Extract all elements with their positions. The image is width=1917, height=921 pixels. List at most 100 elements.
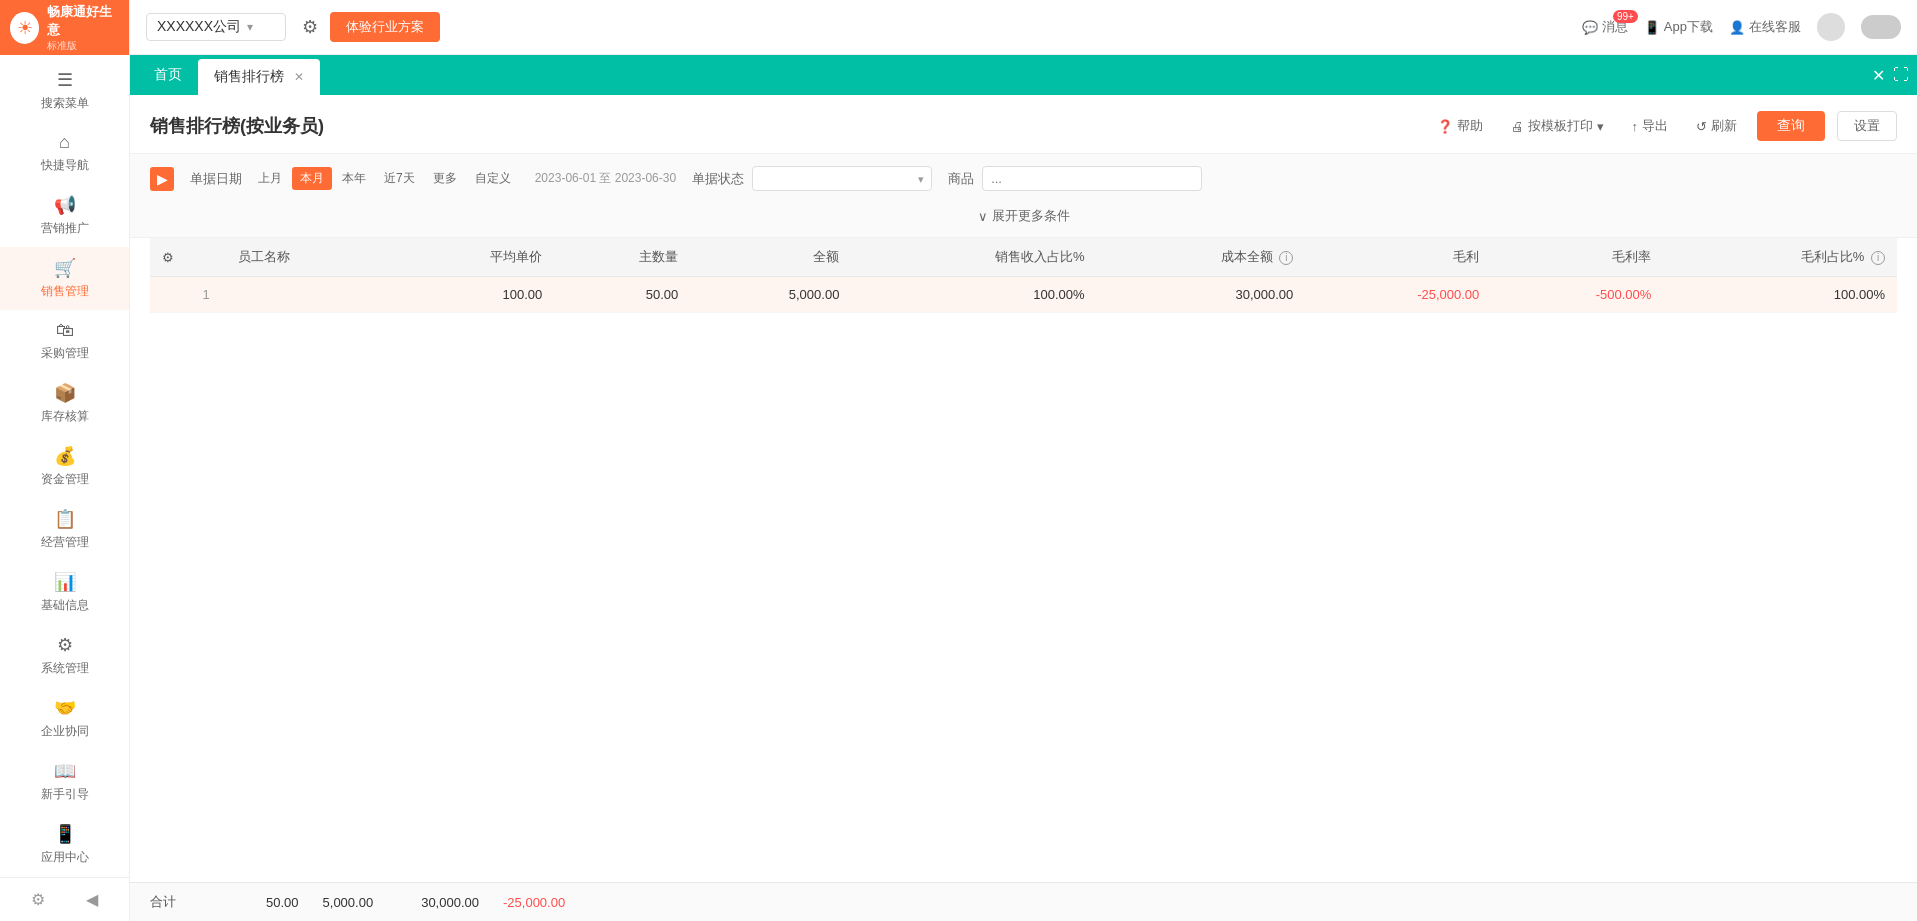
content-area: 销售排行榜(按业务员) ❓ 帮助 🖨 按模板打印 ▾ ↑ 导出 xyxy=(130,95,1917,921)
sidebar-item-经营管理[interactable]: 📋 经营管理 xyxy=(0,498,129,561)
sidebar-item-企业协同[interactable]: 🤝 企业协同 xyxy=(0,687,129,750)
sidebar-nav: ☰ 搜索菜单⌂ 快捷导航📢 营销推广🛒 销售管理🛍 采购管理📦 库存核算💰 资金… xyxy=(0,55,129,877)
cost-info-icon[interactable]: i xyxy=(1279,251,1293,265)
date-tab-more[interactable]: 更多 xyxy=(425,167,465,190)
trial-button[interactable]: 体验行业方案 xyxy=(330,12,440,42)
expand-conditions-label: 展开更多条件 xyxy=(992,207,1070,225)
nav-icon-1: ⌂ xyxy=(59,132,70,153)
sidebar-item-快捷导航[interactable]: ⌂ 快捷导航 xyxy=(0,122,129,184)
app-download-button[interactable]: 📱 App下载 xyxy=(1644,18,1713,36)
row-gross-rate-0: -500.00% xyxy=(1491,277,1663,313)
filter-toggle-button[interactable]: ▶ xyxy=(150,167,174,191)
date-tab-this-year[interactable]: 本年 xyxy=(334,167,374,190)
nav-label-9: 系统管理 xyxy=(41,660,89,677)
query-button[interactable]: 查询 xyxy=(1757,111,1825,141)
user-avatar[interactable] xyxy=(1817,13,1845,41)
table-header-row: ⚙ 员工名称 平均单价 主数量 全额 销售收入占比% 成本全额 i 毛利 毛利率… xyxy=(150,238,1897,277)
nav-label-11: 新手引导 xyxy=(41,786,89,803)
footer-sales-pct xyxy=(385,895,409,910)
header-right: 💬 消息 99+ 📱 App下载 👤 在线客服 xyxy=(1582,13,1901,41)
sidebar-bottom: ⚙ ◀ xyxy=(0,877,129,921)
col-gross-pct: 毛利占比% i xyxy=(1663,238,1897,277)
export-button[interactable]: ↑ 导出 xyxy=(1624,113,1677,139)
nav-label-2: 营销推广 xyxy=(41,220,89,237)
col-gross: 毛利 xyxy=(1305,238,1491,277)
filter-area: ▶ 单据日期 上月 本月 本年 近7天 更多 自定义 2023-06-01 至 … xyxy=(130,154,1917,238)
expand-conditions-button[interactable]: ∨ 展开更多条件 xyxy=(978,207,1070,225)
sidebar-item-销售管理[interactable]: 🛒 销售管理 xyxy=(0,247,129,310)
col-settings[interactable]: ⚙ xyxy=(150,238,186,277)
footer-label: 合计 xyxy=(150,893,230,911)
nav-label-1: 快捷导航 xyxy=(41,157,89,174)
tab-home[interactable]: 首页 xyxy=(138,55,198,95)
row-gross-pct-0: 100.00% xyxy=(1663,277,1897,313)
sidebar-item-搜索菜单[interactable]: ☰ 搜索菜单 xyxy=(0,59,129,122)
status-select[interactable] xyxy=(752,166,932,191)
sidebar-item-系统管理[interactable]: ⚙ 系统管理 xyxy=(0,624,129,687)
sidebar-item-营销推广[interactable]: 📢 营销推广 xyxy=(0,184,129,247)
top-header: XXXXXX公司 ▾ ⚙ 体验行业方案 💬 消息 99+ 📱 App下载 👤 在… xyxy=(130,0,1917,55)
footer-gross: -25,000.00 xyxy=(491,895,577,910)
filter-status-item: 单据状态 xyxy=(692,166,932,191)
nav-icon-3: 🛒 xyxy=(54,257,76,279)
sidebar-item-应用中心[interactable]: 📱 应用中心 xyxy=(0,813,129,876)
refresh-button[interactable]: ↺ 刷新 xyxy=(1688,113,1745,139)
page-header: 销售排行榜(按业务员) ❓ 帮助 🖨 按模板打印 ▾ ↑ 导出 xyxy=(130,95,1917,154)
sidebar-item-采购管理[interactable]: 🛍 采购管理 xyxy=(0,310,129,372)
sidebar-item-资金管理[interactable]: 💰 资金管理 xyxy=(0,435,129,498)
sidebar-collapse-icon[interactable]: ◀ xyxy=(86,890,98,909)
sidebar-item-企业微信[interactable]: 💬 企业微信 xyxy=(0,876,129,877)
export-label: 导出 xyxy=(1642,117,1668,135)
help-button[interactable]: ❓ 帮助 xyxy=(1429,113,1491,139)
gross-pct-info-icon[interactable]: i xyxy=(1871,251,1885,265)
nav-icon-9: ⚙ xyxy=(57,634,73,656)
col-cost: 成本全额 i xyxy=(1097,238,1306,277)
row-gross-0: -25,000.00 xyxy=(1305,277,1491,313)
sidebar-item-库存核算[interactable]: 📦 库存核算 xyxy=(0,372,129,435)
message-icon: 💬 xyxy=(1582,20,1598,35)
message-badge: 99+ xyxy=(1613,10,1638,23)
nav-icon-4: 🛍 xyxy=(56,320,74,341)
tab-maximize-icon[interactable]: ⛶ xyxy=(1893,66,1909,84)
settings-button[interactable]: 设置 xyxy=(1837,111,1897,141)
tab-sales-ranking[interactable]: 销售排行榜 ✕ xyxy=(198,59,320,95)
company-selector[interactable]: XXXXXX公司 ▾ xyxy=(146,13,286,41)
logo-icon: ☀ xyxy=(10,12,39,44)
page-title: 销售排行榜(按业务员) xyxy=(150,114,324,138)
tab-close-window-icon[interactable]: ✕ xyxy=(1872,66,1885,85)
nav-label-5: 库存核算 xyxy=(41,408,89,425)
message-button[interactable]: 💬 消息 99+ xyxy=(1582,18,1628,36)
col-rank xyxy=(186,238,226,277)
filter-goods-item: 商品 xyxy=(948,166,1202,191)
online-service-button[interactable]: 👤 在线客服 xyxy=(1729,18,1801,36)
nav-icon-6: 💰 xyxy=(54,445,76,467)
sidebar: ☀ 畅康通好生意 标准版 ☰ 搜索菜单⌂ 快捷导航📢 营销推广🛒 销售管理🛍 采… xyxy=(0,0,130,921)
main-area: XXXXXX公司 ▾ ⚙ 体验行业方案 💬 消息 99+ 📱 App下载 👤 在… xyxy=(130,0,1917,921)
row-rank-0: 1 xyxy=(186,277,226,313)
sidebar-item-基础信息[interactable]: 📊 基础信息 xyxy=(0,561,129,624)
goods-input[interactable] xyxy=(982,166,1202,191)
row-settings-0[interactable] xyxy=(150,277,186,313)
data-table: ⚙ 员工名称 平均单价 主数量 全额 销售收入占比% 成本全额 i 毛利 毛利率… xyxy=(150,238,1897,313)
nav-label-3: 销售管理 xyxy=(41,283,89,300)
date-tab-custom[interactable]: 自定义 xyxy=(467,167,519,190)
date-tab-last-7-days[interactable]: 近7天 xyxy=(376,167,423,190)
col-amount: 全额 xyxy=(690,238,851,277)
service-icon: 👤 xyxy=(1729,20,1745,35)
tab-close-icon[interactable]: ✕ xyxy=(294,70,304,84)
mobile-icon: 📱 xyxy=(1644,20,1660,35)
template-print-button[interactable]: 🖨 按模板打印 ▾ xyxy=(1503,113,1612,139)
page-container: 销售排行榜(按业务员) ❓ 帮助 🖨 按模板打印 ▾ ↑ 导出 xyxy=(130,95,1917,921)
help-label: 帮助 xyxy=(1457,117,1483,135)
sidebar-settings-icon[interactable]: ⚙ xyxy=(31,890,45,909)
footer-main-qty: 50.00 xyxy=(254,895,311,910)
nav-label-0: 搜索菜单 xyxy=(41,95,89,112)
company-name: XXXXXX公司 xyxy=(157,18,241,36)
expand-chevron-icon: ∨ xyxy=(978,209,988,224)
company-settings-icon[interactable]: ⚙ xyxy=(302,16,318,38)
export-icon: ↑ xyxy=(1632,119,1639,134)
sidebar-item-新手引导[interactable]: 📖 新手引导 xyxy=(0,750,129,813)
logo-sub: 标准版 xyxy=(47,39,119,53)
date-tab-this-month[interactable]: 本月 xyxy=(292,167,332,190)
date-tab-last-month[interactable]: 上月 xyxy=(250,167,290,190)
